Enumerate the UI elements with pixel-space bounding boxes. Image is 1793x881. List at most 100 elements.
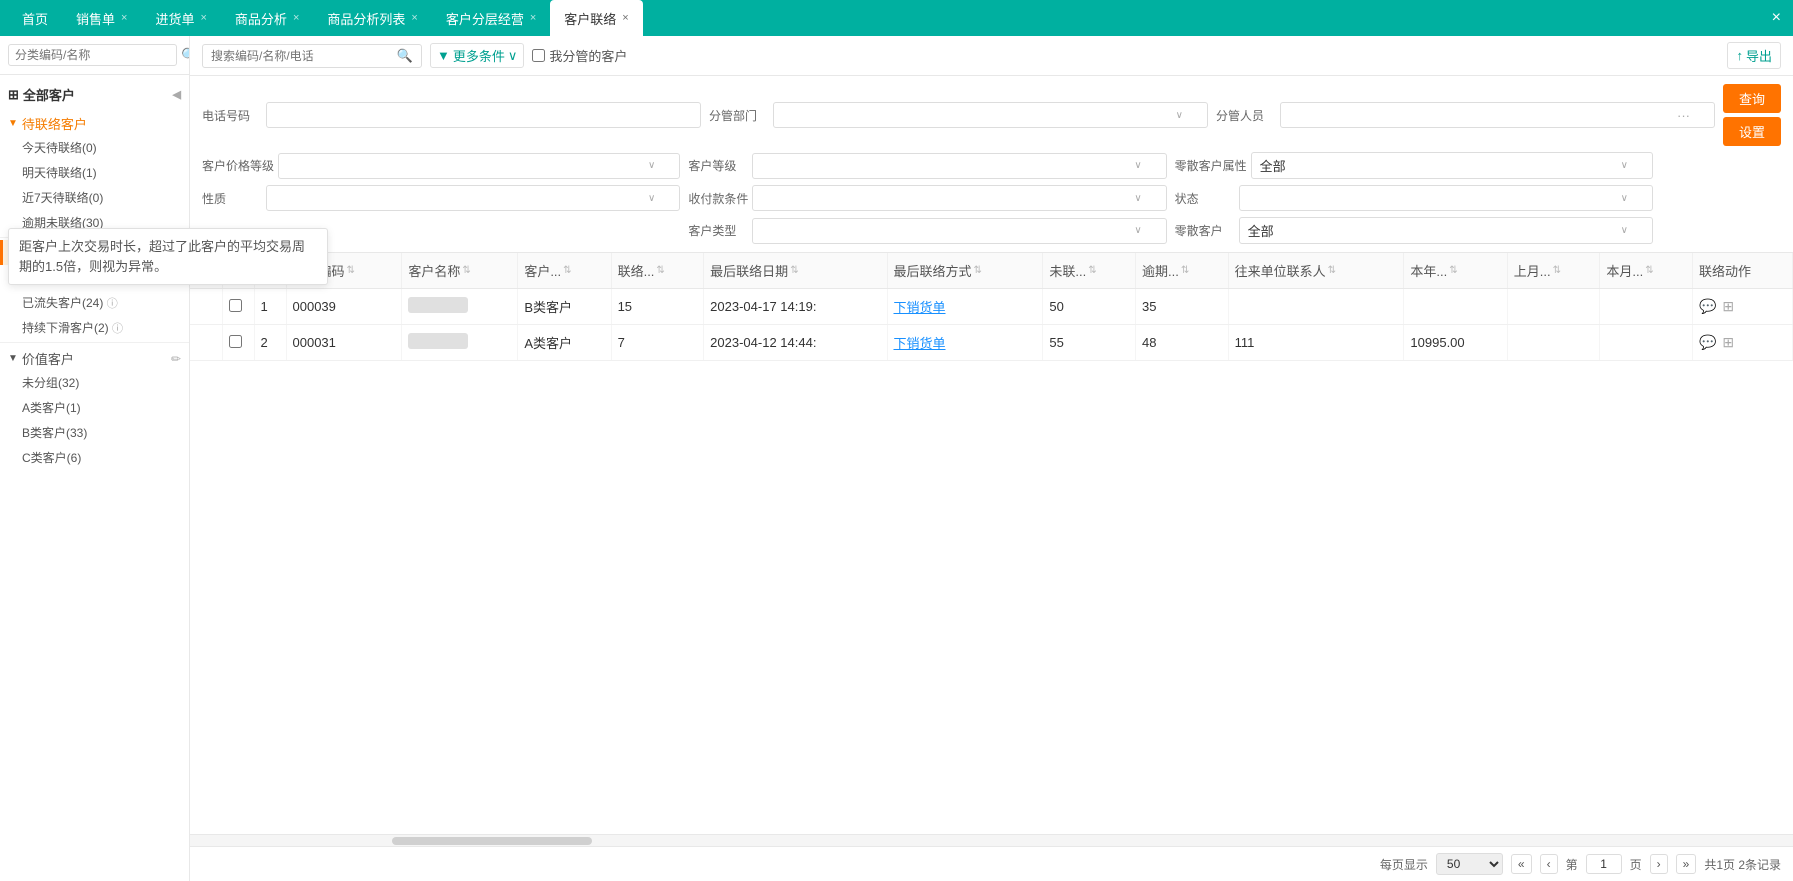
chat-icon-1[interactable]: 💬 <box>1699 298 1716 315</box>
filter-dept-label: 分管部门 <box>709 107 769 124</box>
scrollbar-thumb[interactable] <box>392 837 592 845</box>
more-conditions-button[interactable]: ▼ 更多条件 ∨ <box>430 43 524 68</box>
edit-icon[interactable]: ✏ <box>171 352 181 366</box>
col-overdue-header[interactable]: 逾期... ⇅ <box>1135 253 1228 289</box>
sidebar-item-unclassified[interactable]: 未分组(32) <box>0 370 189 395</box>
nav-item-product-list[interactable]: 商品分析列表 × <box>313 0 431 36</box>
filter-manager-select[interactable]: ··· <box>1280 102 1715 128</box>
cell-method-2[interactable]: 下销货单 <box>887 325 1043 361</box>
col-uncontacted-header[interactable]: 未联... ⇅ <box>1043 253 1136 289</box>
col-customer-name-header[interactable]: 客户名称 ⇅ <box>402 253 518 289</box>
filter-retail-customer-select[interactable]: 全部 ∨ <box>1239 217 1653 244</box>
prev-page-button[interactable]: ‹ <box>1540 854 1558 874</box>
cell-unit-2: 111 <box>1228 325 1404 361</box>
sidebar-section-value[interactable]: ▼ 价值客户 ✏ <box>0 345 189 370</box>
filter-payment-select[interactable]: ∨ <box>752 185 1166 211</box>
nav-item-customer-contact[interactable]: 客户联络 × <box>550 0 642 36</box>
close-customer-contact-icon[interactable]: × <box>622 12 628 24</box>
cell-index-2: 2 <box>254 325 286 361</box>
page-label: 第 <box>1566 856 1578 873</box>
filter-phone-input[interactable] <box>266 102 701 128</box>
horizontal-scrollbar[interactable] <box>190 834 1793 846</box>
last-page-button[interactable]: » <box>1676 854 1697 874</box>
cell-overdue-1: 35 <box>1135 289 1228 325</box>
nav-item-product-analysis[interactable]: 商品分析 × <box>221 0 313 36</box>
cell-last-month-2 <box>1507 325 1600 361</box>
col-last-contact-date-header[interactable]: 最后联络日期 ⇅ <box>704 253 887 289</box>
close-customer-segment-icon[interactable]: × <box>530 12 536 24</box>
filter-nature-select[interactable]: ∨ <box>266 185 680 211</box>
nav-item-customer-segment[interactable]: 客户分层经营 × <box>432 0 550 36</box>
cell-year-1 <box>1404 289 1507 325</box>
sort-uncontacted-icon: ⇅ <box>1088 265 1096 276</box>
close-product-analysis-icon[interactable]: × <box>293 12 299 24</box>
sidebar-section-pending[interactable]: ▼ 待联络客户 <box>0 110 189 135</box>
nav-item-sales[interactable]: 销售单 × <box>62 0 141 36</box>
query-button[interactable]: 查询 <box>1723 84 1781 113</box>
first-page-button[interactable]: « <box>1511 854 1532 874</box>
col-unit-contact-header[interactable]: 往来单位联系人 ⇅ <box>1228 253 1404 289</box>
nav-item-home[interactable]: 首页 <box>8 0 62 36</box>
per-page-select[interactable]: 50 100 200 <box>1436 853 1503 875</box>
sort-contact-icon: ⇅ <box>656 265 664 276</box>
filter-retail-attr-select[interactable]: 全部 ∨ <box>1251 152 1653 179</box>
close-product-list-icon[interactable]: × <box>411 12 417 24</box>
col-last-month-header[interactable]: 上月... ⇅ <box>1507 253 1600 289</box>
row-1-checkbox[interactable] <box>229 299 242 312</box>
grid-icon-2[interactable]: ⊞ <box>1722 334 1734 351</box>
filter-status-select[interactable]: ∨ <box>1239 185 1653 211</box>
cell-code-1: 000039 <box>286 289 402 325</box>
method-link-2[interactable]: 下销货单 <box>894 336 946 351</box>
close-sales-icon[interactable]: × <box>121 12 127 24</box>
grid-icon-1[interactable]: ⊞ <box>1722 298 1734 315</box>
chat-icon-2[interactable]: 💬 <box>1699 334 1716 351</box>
cell-checkbox-1[interactable] <box>222 289 254 325</box>
sort-name-icon: ⇅ <box>462 265 470 276</box>
next-page-button[interactable]: › <box>1650 854 1668 874</box>
col-contact-header[interactable]: 联络... ⇅ <box>611 253 704 289</box>
sidebar-item-today[interactable]: 今天待联络(0) <box>0 135 189 160</box>
cell-method-1[interactable]: 下销货单 <box>887 289 1043 325</box>
cell-date-2: 2023-04-12 14:44: <box>704 325 887 361</box>
sidebar-item-declining[interactable]: 持续下滑客户(2) ⓘ <box>0 315 189 340</box>
main-area: 🔍 ⊞ 全部客户 ◀ ▼ 待联络客户 今天待联络(0) 明天待联络(1) 近7天… <box>0 36 1793 881</box>
close-purchase-icon[interactable]: × <box>200 12 206 24</box>
col-customer-type-header[interactable]: 客户... ⇅ <box>518 253 611 289</box>
sort-code-icon: ⇅ <box>347 265 355 276</box>
filter-price-level-select[interactable]: ∨ <box>278 153 680 179</box>
filter-customer-grade-select[interactable]: ∨ <box>752 153 1166 179</box>
sidebar-item-class-c[interactable]: C类客户(6) <box>0 445 189 470</box>
col-last-contact-method-header[interactable]: 最后联络方式 ⇅ <box>887 253 1043 289</box>
main-search-input[interactable] <box>211 49 393 63</box>
main-search-icon[interactable]: 🔍 <box>397 48 413 64</box>
action-buttons: 查询 设置 <box>1723 84 1781 146</box>
settings-button[interactable]: 设置 <box>1723 117 1781 146</box>
sort-date-icon: ⇅ <box>790 265 798 276</box>
cell-checkbox-2[interactable] <box>222 325 254 361</box>
table-row: 2 000031 A类客户 7 2023-04-12 14:44: 下销货单 5… <box>190 325 1793 361</box>
sort-overdue-icon: ⇅ <box>1181 265 1189 276</box>
sidebar-item-tomorrow[interactable]: 明天待联络(1) <box>0 160 189 185</box>
filter-dept-select[interactable]: ∨ <box>773 102 1208 128</box>
export-button[interactable]: ↑ 导出 <box>1727 42 1781 69</box>
sidebar-item-class-b[interactable]: B类客户(33) <box>0 420 189 445</box>
filter-customer-type-select[interactable]: ∨ <box>752 218 1166 244</box>
main-search-box: 🔍 <box>202 44 422 68</box>
sidebar-root-all-customers[interactable]: ⊞ 全部客户 ◀ <box>0 79 189 110</box>
page-number-input[interactable] <box>1586 854 1622 874</box>
sidebar-search-icon[interactable]: 🔍 <box>181 47 190 64</box>
close-all-button[interactable]: × <box>1772 9 1781 27</box>
sidebar-item-churned[interactable]: 已流失客户(24) ⓘ <box>0 290 189 315</box>
sidebar-item-7days[interactable]: 近7天待联络(0) <box>0 185 189 210</box>
toolbar-row: 🔍 ▼ 更多条件 ∨ 我分管的客户 ↑ 导出 <box>190 36 1793 76</box>
col-this-year-header[interactable]: 本年... ⇅ <box>1404 253 1507 289</box>
filter-price-level-label: 客户价格等级 <box>202 157 274 174</box>
col-this-month-header[interactable]: 本月... ⇅ <box>1600 253 1693 289</box>
sidebar-item-class-a[interactable]: A类客户(1) <box>0 395 189 420</box>
sidebar-search-input[interactable] <box>8 44 177 66</box>
my-customers-checkbox[interactable] <box>532 49 545 62</box>
nav-item-purchase[interactable]: 进货单 × <box>141 0 220 36</box>
method-link-1[interactable]: 下销货单 <box>894 300 946 315</box>
cell-uncontacted-1: 50 <box>1043 289 1136 325</box>
row-2-checkbox[interactable] <box>229 335 242 348</box>
